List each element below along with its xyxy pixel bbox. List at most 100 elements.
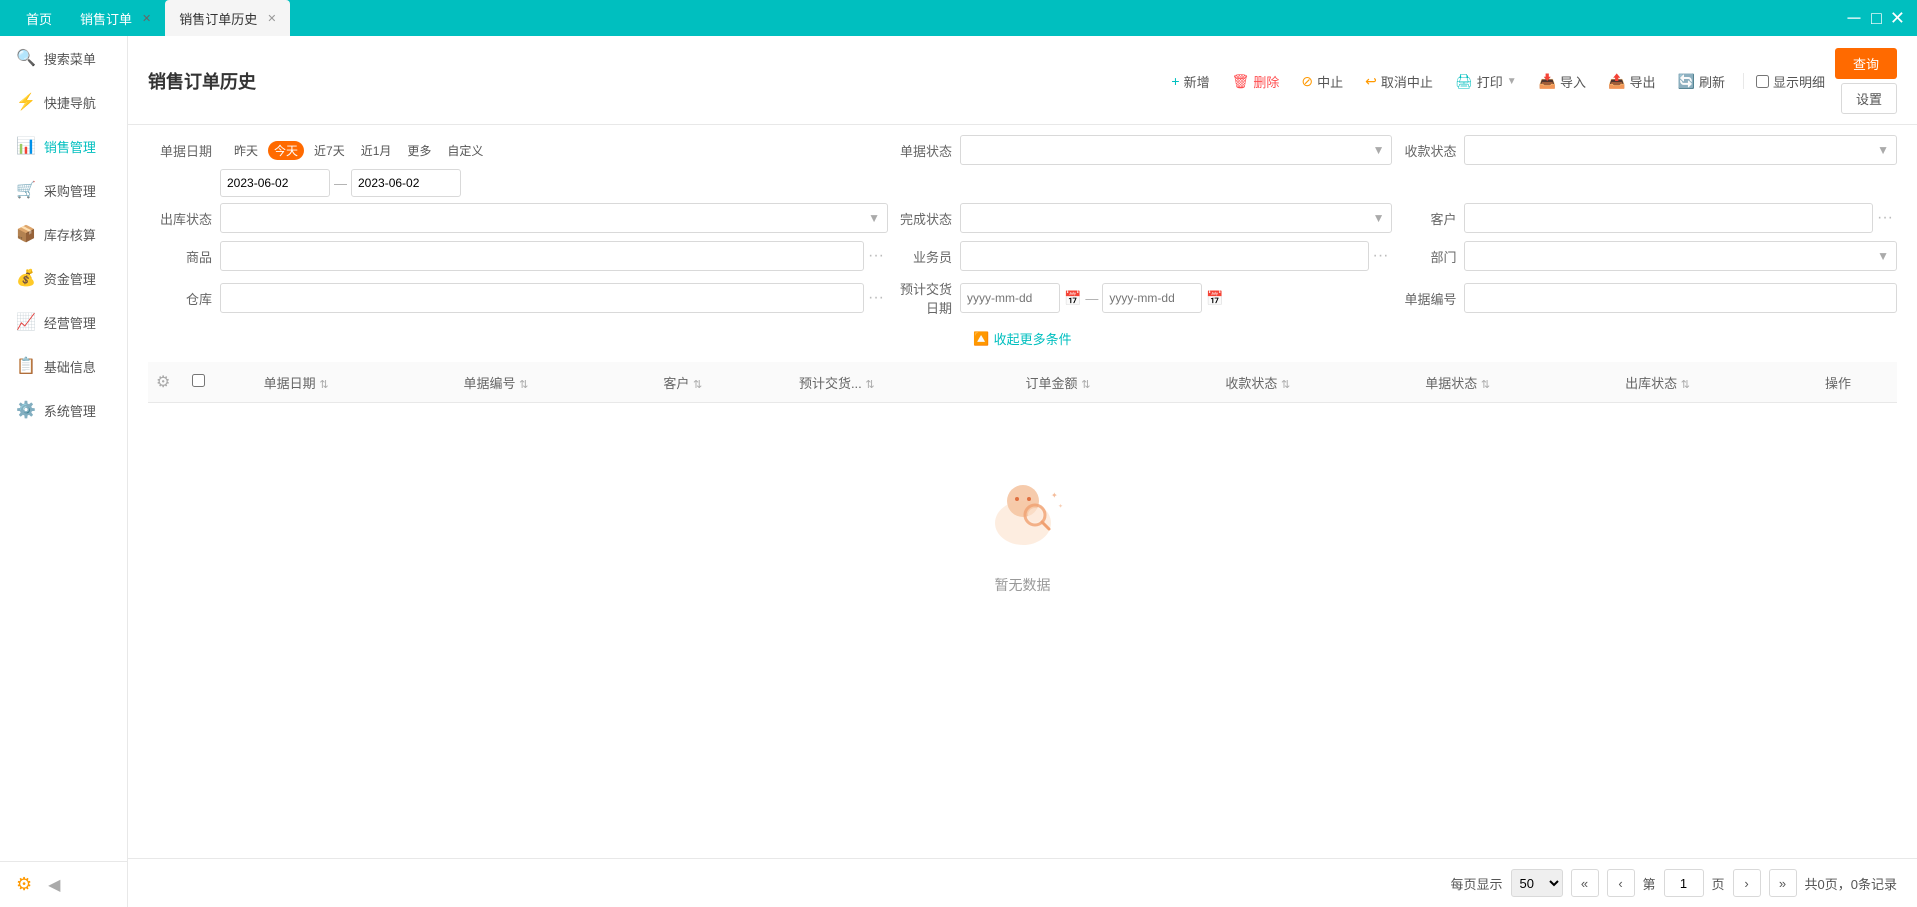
order-no-input-wrap xyxy=(1464,283,1897,313)
sidebar-item-inventory[interactable]: 📦 库存核算 xyxy=(0,212,127,256)
outbound-status-select[interactable] xyxy=(220,203,888,233)
goods-label: 商品 xyxy=(148,247,220,266)
filter-row-2: 出库状态 ▼ 完成状态 ▼ 客户 xyxy=(148,203,1897,233)
empty-text: 暂无数据 xyxy=(995,575,1051,595)
filter-customer-cell: 客户 ··· xyxy=(1392,203,1897,233)
order-no-label: 单据编号 xyxy=(1392,289,1464,308)
tab-home[interactable]: 首页 xyxy=(12,0,66,36)
outbound-status-select-wrap: ▼ xyxy=(220,203,888,233)
toolbar-divider xyxy=(1743,73,1744,89)
empty-state: ✦ ✦ 暂无数据 xyxy=(148,403,1897,655)
date-btn-more[interactable]: 更多 xyxy=(401,141,437,160)
date-btn-7days[interactable]: 近7天 xyxy=(308,141,351,160)
refresh-button[interactable]: 🔄 刷新 xyxy=(1672,68,1731,95)
col-customer[interactable]: 客户 ⇅ xyxy=(655,362,791,403)
new-button[interactable]: + 新增 xyxy=(1165,68,1215,95)
order-status-select[interactable] xyxy=(960,135,1393,165)
goods-dots-btn[interactable]: ··· xyxy=(864,247,888,265)
top-bar-maximize[interactable]: □ xyxy=(1871,8,1882,29)
sidebar-item-sales-mgmt[interactable]: 📊 销售管理 xyxy=(0,124,127,168)
sidebar-item-purchase-mgmt[interactable]: 🛒 采购管理 xyxy=(0,168,127,212)
select-all-checkbox[interactable] xyxy=(192,374,205,387)
tab-sales-order-history-close[interactable]: ✕ xyxy=(267,12,276,25)
print-icon: 🖨 xyxy=(1455,73,1473,90)
sidebar: 🔍 搜索菜单 ⚡ 快捷导航 📊 销售管理 🛒 采购管理 📦 库存核算 💰 资金管… xyxy=(0,36,128,907)
salesperson-input[interactable] xyxy=(960,241,1369,271)
print-button[interactable]: 🖨 打印 ▼ xyxy=(1449,68,1523,95)
tab-sales-order-close[interactable]: ✕ xyxy=(142,12,151,25)
top-bar-minimize[interactable]: － xyxy=(1845,5,1863,31)
date-btn-1month[interactable]: 近1月 xyxy=(355,141,398,160)
tab-sales-order-history[interactable]: 销售订单历史 ✕ xyxy=(165,0,290,36)
last-page-btn[interactable]: » xyxy=(1769,869,1797,897)
cancel-stop-icon: ↩ xyxy=(1365,73,1377,90)
receipt-status-select[interactable] xyxy=(1464,135,1897,165)
top-bar-close[interactable]: ✕ xyxy=(1890,8,1905,29)
show-detail-input[interactable] xyxy=(1756,75,1769,88)
warehouse-dots-btn[interactable]: ··· xyxy=(864,289,888,307)
col-order-status[interactable]: 单据状态 ⇅ xyxy=(1417,362,1617,403)
col-order-no[interactable]: 单据编号 ⇅ xyxy=(456,362,656,403)
export-label: 导出 xyxy=(1630,72,1656,91)
page-number-input[interactable] xyxy=(1664,869,1704,897)
sidebar-item-purchase-mgmt-label: 采购管理 xyxy=(44,181,96,200)
date-btn-today[interactable]: 今天 xyxy=(268,141,304,160)
sidebar-item-base-info[interactable]: 📋 基础信息 xyxy=(0,344,127,388)
col-date[interactable]: 单据日期 ⇅ xyxy=(256,362,456,403)
filter-completion-cell: 完成状态 ▼ xyxy=(888,203,1393,233)
completion-status-select[interactable] xyxy=(960,203,1393,233)
stop-button[interactable]: ⊘ 中止 xyxy=(1295,68,1349,95)
delivery-start-input[interactable] xyxy=(960,283,1060,313)
order-no-input[interactable] xyxy=(1464,283,1897,313)
first-page-btn[interactable]: « xyxy=(1571,869,1599,897)
tab-sales-order[interactable]: 销售订单 ✕ xyxy=(66,0,165,36)
empty-illustration: ✦ ✦ xyxy=(973,463,1073,563)
filter-row-1: 单据日期 昨天 今天 近7天 近1月 更多 自定义 单据状态 xyxy=(148,135,1897,165)
date-btn-yesterday[interactable]: 昨天 xyxy=(228,141,264,160)
delivery-end-input[interactable] xyxy=(1102,283,1202,313)
receipt-status-label: 收款状态 xyxy=(1392,141,1464,160)
col-outbound-status[interactable]: 出库状态 ⇅ xyxy=(1617,362,1817,403)
query-button[interactable]: 查询 xyxy=(1835,48,1897,79)
customer-input[interactable] xyxy=(1464,203,1873,233)
sidebar-item-search-menu[interactable]: 🔍 搜索菜单 xyxy=(0,36,127,80)
import-button[interactable]: 📥 导入 xyxy=(1533,68,1592,95)
sidebar-item-finance[interactable]: 💰 资金管理 xyxy=(0,256,127,300)
table-settings-icon[interactable]: ⚙ xyxy=(156,374,170,391)
page-header: 销售订单历史 + 新增 🗑 删除 ⊘ 中止 ↩ xyxy=(128,36,1917,125)
cancel-stop-button[interactable]: ↩ 取消中止 xyxy=(1359,68,1439,95)
delete-button[interactable]: 🗑 删除 xyxy=(1226,68,1286,95)
col-delivery-date[interactable]: 预计交货... ⇅ xyxy=(791,362,1018,403)
filter-area: 单据日期 昨天 今天 近7天 近1月 更多 自定义 单据状态 xyxy=(128,125,1917,362)
date-start-input[interactable] xyxy=(220,169,330,197)
collapse-row[interactable]: 🔼 收起更多条件 xyxy=(148,325,1897,352)
sidebar-bottom-collapse-icon[interactable]: ◀ xyxy=(48,875,60,895)
search-menu-icon: 🔍 xyxy=(16,48,36,68)
dept-select[interactable] xyxy=(1464,241,1897,271)
sidebar-item-operation[interactable]: 📈 经营管理 xyxy=(0,300,127,344)
prev-page-btn[interactable]: ‹ xyxy=(1607,869,1635,897)
sidebar-item-system[interactable]: ⚙️ 系统管理 xyxy=(0,388,127,432)
warehouse-input[interactable] xyxy=(220,283,864,313)
goods-input[interactable] xyxy=(220,241,864,271)
set-button[interactable]: 设置 xyxy=(1841,83,1897,114)
salesperson-input-wrap xyxy=(960,241,1369,271)
date-end-input[interactable] xyxy=(351,169,461,197)
table-settings-th: ⚙ xyxy=(148,362,184,403)
page-size-select[interactable]: 20 50 100 xyxy=(1511,869,1563,897)
sidebar-bottom-settings-icon[interactable]: ⚙ xyxy=(16,874,32,895)
export-button[interactable]: 📤 导出 xyxy=(1602,68,1661,95)
print-arrow: ▼ xyxy=(1507,76,1517,87)
customer-dots-btn[interactable]: ··· xyxy=(1873,209,1897,227)
next-page-btn[interactable]: › xyxy=(1733,869,1761,897)
delivery-end-calendar-icon[interactable]: 📅 xyxy=(1206,290,1223,307)
sidebar-item-quick-nav[interactable]: ⚡ 快捷导航 xyxy=(0,80,127,124)
col-order-amount[interactable]: 订单金额 ⇅ xyxy=(1018,362,1218,403)
salesperson-dots-btn[interactable]: ··· xyxy=(1369,247,1393,265)
show-detail-checkbox[interactable]: 显示明细 xyxy=(1756,72,1825,91)
col-order-status-label: 单据状态 xyxy=(1425,376,1477,391)
col-receipt-status[interactable]: 收款状态 ⇅ xyxy=(1217,362,1417,403)
delivery-start-calendar-icon[interactable]: 📅 xyxy=(1064,290,1081,307)
date-btn-custom[interactable]: 自定义 xyxy=(441,141,489,160)
order-status-label: 单据状态 xyxy=(888,141,960,160)
